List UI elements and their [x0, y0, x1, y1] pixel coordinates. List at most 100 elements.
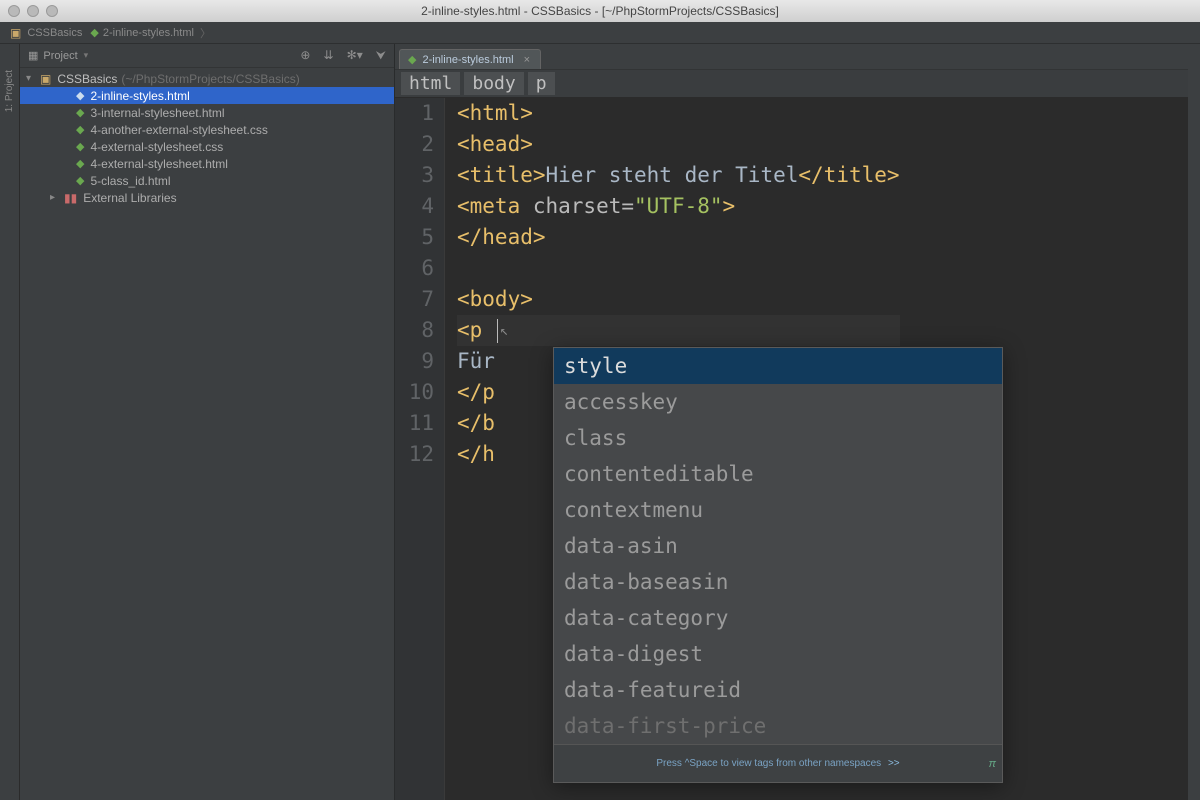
tree-file[interactable]: ◆ 4-external-stylesheet.css [20, 138, 394, 155]
autocomplete-item[interactable]: data-asin [554, 528, 1002, 564]
pi-icon: π [989, 749, 996, 780]
line-number: 12 [395, 439, 434, 470]
structure-crumbs: html body p [395, 70, 1200, 98]
left-tool-strip: 1: Project [0, 44, 20, 800]
line-gutter: 1 2 3 4 5 6 7 8 9 10 11 12 [395, 98, 445, 800]
autocomplete-item[interactable]: contextmenu [554, 492, 1002, 528]
autocomplete-item[interactable]: data-featureid [554, 672, 1002, 708]
editor-tabs: ◆ 2-inline-styles.html × [395, 44, 1200, 70]
tree-file[interactable]: ◆ 5-class_id.html [20, 172, 394, 189]
autocomplete-item[interactable]: contenteditable [554, 456, 1002, 492]
folder-icon: ▣ [10, 26, 21, 40]
code-token: Hier steht der Titel [546, 163, 799, 187]
editor-tab[interactable]: ◆ 2-inline-styles.html × [399, 49, 541, 69]
autocomplete-item[interactable]: data-category [554, 600, 1002, 636]
tree-file-label: 4-external-stylesheet.css [90, 140, 223, 154]
mouse-cursor-icon: ↖ [500, 323, 508, 339]
crumb[interactable]: p [528, 72, 555, 95]
code-token: <head> [457, 132, 533, 156]
library-icon: ▮▮ [64, 191, 77, 205]
line-number: 6 [395, 253, 434, 284]
external-libraries[interactable]: ▸ ▮▮ External Libraries [20, 189, 394, 206]
html-file-icon: ◆ [408, 53, 416, 66]
tree-file-label: 3-internal-stylesheet.html [90, 106, 224, 120]
tree-file[interactable]: ◆ 3-internal-stylesheet.html [20, 104, 394, 121]
text-caret [497, 319, 498, 343]
chevron-down-icon[interactable]: ▾ [84, 50, 89, 61]
project-panel: ▦ Project ▾ ⊕ ⇊ ✻▾ ⮟ ▾ ▣ CSSBasics (~/Ph… [20, 44, 395, 800]
window-title: 2-inline-styles.html - CSSBasics - [~/Ph… [0, 4, 1200, 18]
code-token: <meta [457, 194, 533, 218]
code-text[interactable]: <html> <head> <title>Hier steht der Tite… [445, 98, 900, 800]
breadcrumb-file[interactable]: 2-inline-styles.html [103, 27, 194, 39]
chevron-right-icon[interactable]: ▸ [50, 192, 62, 203]
code-token: charset= [533, 194, 634, 218]
tree-file[interactable]: ◆ 2-inline-styles.html [20, 87, 394, 104]
code-token: </h [457, 442, 495, 466]
collapse-all-icon[interactable]: ⇊ [324, 48, 334, 62]
crumb[interactable]: body [464, 72, 523, 95]
hide-panel-icon[interactable]: ⮟ [376, 48, 386, 62]
editor-marker-gutter[interactable] [1188, 54, 1200, 800]
code-token: <body> [457, 287, 533, 311]
project-tree[interactable]: ▾ ▣ CSSBasics (~/PhpStormProjects/CSSBas… [20, 68, 394, 208]
code-token: Für [457, 349, 495, 373]
line-number: 10 [395, 377, 434, 408]
line-number: 11 [395, 408, 434, 439]
html-file-icon: ◆ [90, 26, 98, 39]
folder-icon: ▣ [40, 72, 51, 86]
hint-text: Press ^Space to view tags from other nam… [656, 758, 881, 769]
breadcrumb-project[interactable]: CSSBasics [27, 27, 82, 39]
code-token: > [723, 194, 736, 218]
css-file-icon: ◆ [76, 123, 84, 136]
autocomplete-hint: Press ^Space to view tags from other nam… [554, 744, 1002, 782]
html-file-icon: ◆ [76, 106, 84, 119]
autocomplete-item[interactable]: class [554, 420, 1002, 456]
code-token: </title> [798, 163, 899, 187]
project-combo[interactable]: Project [43, 50, 77, 62]
tree-root-path: (~/PhpStormProjects/CSSBasics) [121, 72, 299, 86]
close-icon[interactable]: × [524, 54, 530, 66]
code-token: </head> [457, 225, 546, 249]
hint-arrows[interactable]: >> [888, 758, 900, 769]
tree-file[interactable]: ◆ 4-another-external-stylesheet.css [20, 121, 394, 138]
autocomplete-item[interactable]: data-first-price [554, 708, 1002, 744]
code-token: <p [457, 318, 495, 342]
html-file-icon: ◆ [76, 89, 84, 102]
chevron-right-icon: 〉 [200, 25, 211, 41]
tree-file-label: 4-external-stylesheet.html [90, 157, 227, 171]
crumb[interactable]: html [401, 72, 460, 95]
line-number: 4 [395, 191, 434, 222]
tree-root-label: CSSBasics [57, 72, 117, 86]
autocomplete-item[interactable]: accesskey [554, 384, 1002, 420]
autocomplete-popup[interactable]: style accesskey class contenteditable co… [553, 347, 1003, 783]
code-token: <html> [457, 101, 533, 125]
code-editor[interactable]: 1 2 3 4 5 6 7 8 9 10 11 12 <html> <head>… [395, 98, 1200, 800]
scroll-from-source-icon[interactable]: ⊕ [300, 48, 310, 62]
line-number: 9 [395, 346, 434, 377]
tree-file-label: 4-another-external-stylesheet.css [90, 123, 267, 137]
line-number: 7 [395, 284, 434, 315]
code-token: "UTF-8" [634, 194, 723, 218]
autocomplete-item[interactable]: data-digest [554, 636, 1002, 672]
project-tool-button[interactable]: 1: Project [4, 70, 15, 112]
html-file-icon: ◆ [76, 157, 84, 170]
tree-root[interactable]: ▾ ▣ CSSBasics (~/PhpStormProjects/CSSBas… [20, 70, 394, 87]
external-libraries-label: External Libraries [83, 191, 176, 205]
line-number: 3 [395, 160, 434, 191]
line-number: 2 [395, 129, 434, 160]
editor-area: ◆ 2-inline-styles.html × html body p 1 2… [395, 44, 1200, 800]
tree-file-label: 2-inline-styles.html [90, 89, 189, 103]
autocomplete-item[interactable]: style [554, 348, 1002, 384]
chevron-down-icon[interactable]: ▾ [26, 73, 38, 84]
line-number: 5 [395, 222, 434, 253]
autocomplete-item[interactable]: data-baseasin [554, 564, 1002, 600]
line-number: 1 [395, 98, 434, 129]
tree-file-label: 5-class_id.html [90, 174, 170, 188]
editor-tab-label: 2-inline-styles.html [422, 54, 513, 66]
code-token: </b [457, 411, 495, 435]
tree-file[interactable]: ◆ 4-external-stylesheet.html [20, 155, 394, 172]
gear-icon[interactable]: ✻▾ [347, 48, 363, 62]
path-bar: ▣ CSSBasics ◆ 2-inline-styles.html 〉 [0, 22, 1200, 44]
project-panel-header: ▦ Project ▾ ⊕ ⇊ ✻▾ ⮟ [20, 44, 394, 68]
